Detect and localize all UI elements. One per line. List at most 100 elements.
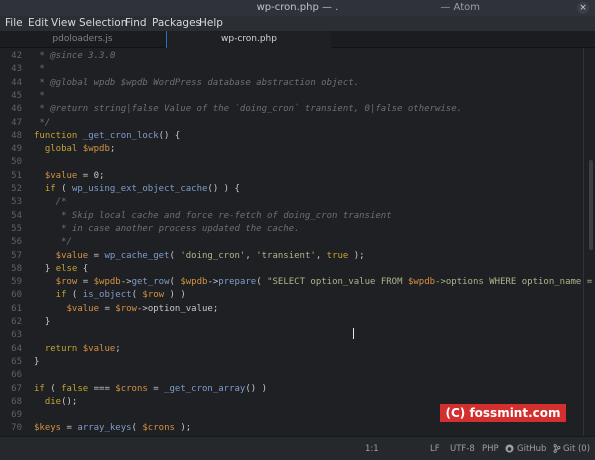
code-line[interactable]: 46 * @return string|false Value of the `… (0, 103, 595, 116)
line-number: 51 (11, 170, 22, 181)
line-number: 64 (11, 343, 22, 354)
grammar[interactable]: PHP (482, 444, 499, 454)
line-number: 65 (11, 356, 22, 367)
git-branch-icon[interactable] (553, 444, 561, 456)
code-token: * @return string|false Value of the `doi… (34, 104, 463, 115)
code-line[interactable]: 62 } (0, 316, 595, 329)
code-token: $row (142, 290, 165, 301)
code-token: array_keys (77, 423, 132, 434)
code-line[interactable]: 63 (0, 329, 595, 342)
code-line[interactable]: 47 */ (0, 117, 595, 130)
menu-view[interactable]: View (51, 16, 76, 31)
code-text: * in case another process updated the ca… (34, 223, 300, 236)
code-token: ; (109, 144, 116, 155)
line-number: 55 (11, 223, 22, 234)
menu-help[interactable]: Help (199, 16, 223, 31)
code-line[interactable]: 55 * in case another process updated the… (0, 223, 595, 236)
code-token: ; (115, 343, 121, 354)
code-text: */ (34, 236, 72, 249)
code-line[interactable]: 51 $value = 0; (0, 170, 595, 183)
line-number: 43 (11, 64, 22, 75)
code-token: , (245, 250, 257, 261)
cursor-position[interactable]: 1:1 (365, 444, 379, 454)
code-token: } (34, 263, 56, 274)
code-token: $row (34, 277, 78, 288)
github-label[interactable]: GitHub (517, 444, 546, 454)
line-number: 50 (11, 157, 22, 168)
code-token: ->options WHERE option_name = % (435, 277, 595, 288)
code-line[interactable]: 60 if ( is_object( $row ) ) (0, 289, 595, 302)
code-token: wp_cache_get (104, 250, 170, 261)
code-line[interactable]: 58 } else { (0, 263, 595, 276)
code-line[interactable]: 70 $keys = array_keys( $crons ); (0, 422, 595, 435)
menu-packages[interactable]: Packages (152, 16, 201, 31)
window-title: wp-cron.php — . (256, 2, 339, 13)
vertical-scrollbar[interactable] (589, 160, 593, 250)
close-icon[interactable]: × (577, 2, 589, 14)
code-line[interactable]: 52 if ( wp_using_ext_object_cache() ) { (0, 183, 595, 196)
code-token: = (88, 250, 105, 261)
code-line[interactable]: 50 (0, 156, 595, 169)
line-number: 68 (11, 396, 22, 407)
code-token: = (61, 423, 78, 434)
line-number: 44 (11, 77, 22, 88)
code-token: -> (120, 277, 132, 288)
code-token: _get_cron_lock (82, 130, 159, 141)
git-status[interactable]: Git (0) (563, 444, 590, 454)
github-icon[interactable] (505, 444, 514, 456)
code-line[interactable]: 67 if ( false === $crons = _get_cron_arra… (0, 383, 595, 396)
text-cursor (353, 328, 354, 339)
code-line[interactable]: 57 $value = wp_cache_get( 'doing_cron', … (0, 250, 595, 263)
menu-find[interactable]: Find (125, 16, 147, 31)
menu-selection[interactable]: Selection (79, 16, 127, 31)
code-editor[interactable]: 42 * @since 3.3.0 43 * 44 * @global wpdb $… (0, 48, 595, 436)
code-text: return $value; (34, 343, 121, 356)
code-text: * @since 3.3.0 (34, 50, 115, 63)
code-token: * (34, 90, 45, 101)
code-line[interactable]: 61 $value = $row->option_value; (0, 303, 595, 316)
code-line[interactable]: 64 return $value; (0, 343, 595, 356)
code-token: -> (207, 277, 219, 288)
code-text: } (34, 356, 39, 369)
code-line[interactable]: 53 /* (0, 196, 595, 209)
tab-pdoloaders[interactable]: pdoloaders.js (0, 31, 165, 48)
code-line[interactable]: 43 * (0, 63, 595, 76)
code-line[interactable]: 49 global $wpdb; (0, 143, 595, 156)
code-line[interactable]: 56 */ (0, 236, 595, 249)
line-ending[interactable]: LF (430, 444, 440, 454)
code-text: $value = $row->option_value; (34, 303, 219, 316)
code-token: , (315, 250, 327, 261)
code-line[interactable]: 59 $row = $wpdb->get_row( $wpdb->prepare… (0, 276, 595, 289)
encoding[interactable]: UTF-8 (450, 444, 475, 454)
menu-file[interactable]: File (5, 16, 23, 31)
code-token: ->option_value; (136, 303, 219, 314)
code-token: 'transient' (256, 250, 316, 261)
code-token: if (34, 290, 67, 301)
code-token: $row (115, 303, 137, 314)
code-line[interactable]: 48 function _get_cron_lock() { (0, 130, 595, 143)
code-text: * (34, 90, 45, 103)
code-line[interactable]: 44 * @global wpdb $wpdb WordPress databa… (0, 77, 595, 90)
code-line[interactable]: 54 * Skip local cache and force re-fetch… (0, 210, 595, 223)
code-token: * in case another process updated the ca… (34, 223, 300, 234)
code-token: ( (131, 290, 143, 301)
line-number: 67 (11, 383, 22, 394)
line-number: 61 (11, 303, 22, 314)
app-name: — Atom (440, 2, 480, 13)
code-line[interactable]: 45 * (0, 90, 595, 103)
code-line[interactable]: 65} (0, 356, 595, 369)
line-number: 58 (11, 263, 22, 274)
line-number: 69 (11, 410, 22, 421)
code-token: = (77, 277, 94, 288)
menu-edit[interactable]: Edit (28, 16, 48, 31)
code-line[interactable]: 42 * @since 3.3.0 (0, 50, 595, 63)
line-number: 70 (11, 423, 22, 434)
code-token: * Skip local cache and force re-fetch of… (34, 210, 392, 221)
code-token: ( (169, 250, 181, 261)
line-number: 66 (11, 370, 22, 381)
tab-wp-cron[interactable]: wp-cron.php (166, 31, 331, 48)
code-line[interactable]: 66 (0, 369, 595, 382)
code-token: $value (34, 170, 78, 181)
line-number: 60 (11, 290, 22, 301)
code-token: "SELECT option_value FROM (267, 277, 408, 288)
